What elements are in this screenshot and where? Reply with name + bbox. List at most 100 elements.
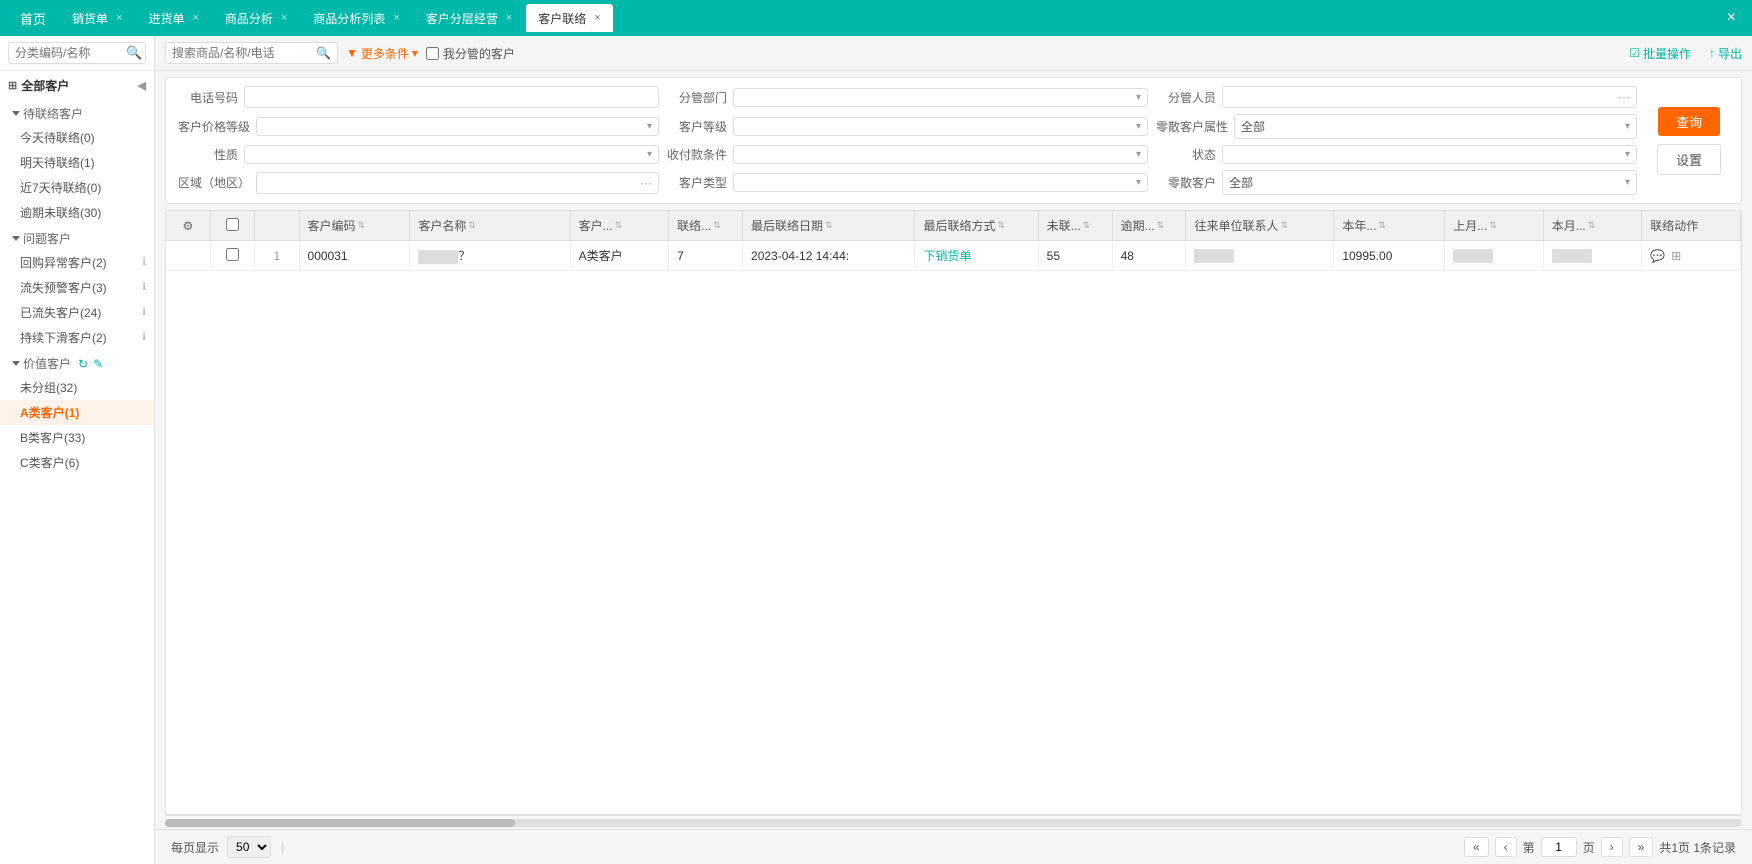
sidebar-item-tomorrow-contact[interactable]: 明天待联络(1) — [0, 150, 154, 175]
action-link-icon[interactable]: ⊞ — [1671, 249, 1681, 263]
nav-tab-customer-tier[interactable]: 客户分层经营 × — [414, 4, 524, 32]
gear-icon[interactable]: ⚙ — [183, 219, 194, 233]
customer-grade-chevron: ▾ — [1136, 121, 1141, 132]
table-row: 1 000031 ？ A类客户 7 2023-04-12 14:44: 下销货单… — [166, 241, 1741, 271]
col-contact-count[interactable]: 联络...⇅ — [669, 211, 743, 241]
action-chat-icon[interactable]: 💬 — [1650, 249, 1665, 263]
row-checkbox[interactable] — [226, 248, 239, 261]
settings-button[interactable]: 设置 — [1657, 144, 1721, 175]
last-page-btn[interactable]: » — [1629, 837, 1654, 857]
sort-code-icon: ⇅ — [358, 220, 366, 231]
sidebar-item-class-c[interactable]: C类客户(6) — [0, 450, 154, 475]
problem-expand-icon — [12, 236, 20, 241]
close-customer-tier-tab[interactable]: × — [506, 12, 512, 24]
customer-type-label: 客户类型 — [667, 174, 727, 191]
region-select[interactable]: ··· — [256, 172, 659, 194]
batch-ops-btn[interactable]: ☑ 批量操作 — [1629, 45, 1691, 62]
col-unpaid[interactable]: 未联...⇅ — [1038, 211, 1112, 241]
collapse-sidebar-btn[interactable]: ◀ — [138, 79, 146, 92]
sort-name-icon: ⇅ — [468, 220, 476, 231]
problem-customers-group: 问题客户 — [0, 225, 154, 250]
manager-ellipsis-icon[interactable]: ··· — [1618, 90, 1630, 104]
nav-tab-home[interactable]: 首页 — [8, 4, 58, 32]
close-analysis-list-tab[interactable]: × — [393, 12, 399, 24]
phone-input[interactable] — [244, 86, 659, 108]
col-customer-type[interactable]: 客户...⇅ — [570, 211, 669, 241]
next-page-btn[interactable]: › — [1601, 837, 1623, 857]
search-icon[interactable]: 🔍 — [316, 46, 331, 60]
retail-customer-select[interactable]: 全部 ▾ — [1222, 170, 1637, 195]
col-unit-contact[interactable]: 往来单位联系人⇅ — [1186, 211, 1334, 241]
payment-select[interactable]: ▾ — [733, 145, 1148, 164]
sidebar-item-ungrouped[interactable]: 未分组(32) — [0, 375, 154, 400]
refresh-value-icon[interactable]: ↻ — [78, 357, 88, 371]
col-last-month[interactable]: 上月...⇅ — [1445, 211, 1544, 241]
region-ellipsis-icon[interactable]: ··· — [640, 176, 652, 190]
value-expand-icon — [12, 361, 20, 366]
sidebar: 🔍 ⊞ 全部客户 ◀ 待联络客户 今天待联络(0) 明天待联络(1) 近7天待联… — [0, 36, 155, 864]
nav-tab-customer-contact[interactable]: 客户联络 × — [526, 4, 612, 32]
edit-value-icon[interactable]: ✎ — [93, 357, 103, 371]
close-customer-contact-tab[interactable]: × — [594, 12, 600, 24]
unit-contact-blurred — [1194, 249, 1234, 263]
price-grade-select[interactable]: ▾ — [256, 117, 659, 136]
payment-label: 收付款条件 — [667, 146, 727, 163]
retail-attr-select[interactable]: 全部 ▾ — [1234, 114, 1637, 139]
col-overdue[interactable]: 逾期...⇅ — [1112, 211, 1186, 241]
col-last-contact-date[interactable]: 最后联络日期⇅ — [743, 211, 915, 241]
sidebar-item-churn-warning[interactable]: 流失预警客户(3) ℹ — [0, 275, 154, 300]
help-icon-0: ℹ — [142, 257, 146, 268]
nature-select[interactable]: ▾ — [244, 145, 659, 164]
customer-type-chevron: ▾ — [1136, 177, 1141, 188]
customer-grade-select[interactable]: ▾ — [733, 117, 1148, 136]
scrollbar-thumb[interactable] — [165, 819, 515, 827]
col-customer-code[interactable]: 客户编码⇅ — [299, 211, 410, 241]
col-this-year[interactable]: 本年...⇅ — [1334, 211, 1445, 241]
col-this-month[interactable]: 本月...⇅ — [1543, 211, 1642, 241]
close-sales-tab[interactable]: × — [116, 12, 122, 24]
sidebar-item-class-a[interactable]: A类客户(1) — [0, 400, 154, 425]
dept-select[interactable]: ▾ — [733, 88, 1148, 107]
horizontal-scrollbar[interactable] — [165, 815, 1742, 829]
sidebar-item-declining[interactable]: 持续下滑客户(2) ℹ — [0, 325, 154, 350]
page-input[interactable] — [1541, 837, 1577, 857]
last-contact-method-link[interactable]: 下销货单 — [923, 249, 971, 263]
sidebar-item-7day-contact[interactable]: 近7天待联络(0) — [0, 175, 154, 200]
row-overdue: 48 — [1112, 241, 1186, 271]
select-all-checkbox[interactable] — [226, 218, 239, 231]
sidebar-search-icon[interactable]: 🔍 — [126, 45, 142, 61]
nav-tab-purchase[interactable]: 进货单 × — [136, 4, 210, 32]
per-page-select[interactable]: 50 — [227, 836, 271, 858]
sort-contact-icon: ⇅ — [713, 220, 721, 231]
more-filters-btn[interactable]: ▼ 更多条件 ▾ — [346, 45, 418, 62]
col-customer-name[interactable]: 客户名称⇅ — [410, 211, 570, 241]
filter-retail-customer: 零散客户 全部 ▾ — [1156, 170, 1637, 195]
manager-select[interactable]: ··· — [1222, 86, 1637, 108]
my-customers-checkbox[interactable]: 我分管的客户 — [426, 45, 515, 62]
status-select[interactable]: ▾ — [1222, 145, 1637, 164]
row-num: 1 — [255, 241, 299, 271]
search-input[interactable] — [172, 46, 312, 60]
close-purchase-tab[interactable]: × — [192, 12, 198, 24]
close-all-button[interactable]: × — [1719, 9, 1744, 27]
first-page-btn[interactable]: « — [1464, 837, 1489, 857]
search-button[interactable]: 查询 — [1658, 107, 1720, 136]
sidebar-item-repurchase-abnormal[interactable]: 回购异常客户(2) ℹ — [0, 250, 154, 275]
close-analysis-tab[interactable]: × — [281, 12, 287, 24]
customer-type-select[interactable]: ▾ — [733, 173, 1148, 192]
prev-page-btn[interactable]: ‹ — [1495, 837, 1517, 857]
nav-tab-analysis-list[interactable]: 商品分析列表 × — [301, 4, 411, 32]
my-customers-check[interactable] — [426, 47, 439, 60]
export-btn[interactable]: ↑ 导出 — [1709, 45, 1742, 62]
nav-tab-analysis[interactable]: 商品分析 × — [213, 4, 299, 32]
pagination: « ‹ 第 页 › » 共1页 1条记录 — [1464, 837, 1736, 857]
nav-tab-sales[interactable]: 销货单 × — [60, 4, 134, 32]
sidebar-item-class-b[interactable]: B类客户(33) — [0, 425, 154, 450]
sidebar-item-today-contact[interactable]: 今天待联络(0) — [0, 125, 154, 150]
all-customers-section[interactable]: ⊞ 全部客户 ◀ — [0, 71, 154, 100]
filter-dept: 分管部门 ▾ — [667, 88, 1148, 107]
col-last-contact-method[interactable]: 最后联络方式⇅ — [915, 211, 1038, 241]
sidebar-item-churned[interactable]: 已流失客户(24) ℹ — [0, 300, 154, 325]
sidebar-item-overdue-contact[interactable]: 逾期未联络(30) — [0, 200, 154, 225]
status-label: 状态 — [1156, 146, 1216, 163]
